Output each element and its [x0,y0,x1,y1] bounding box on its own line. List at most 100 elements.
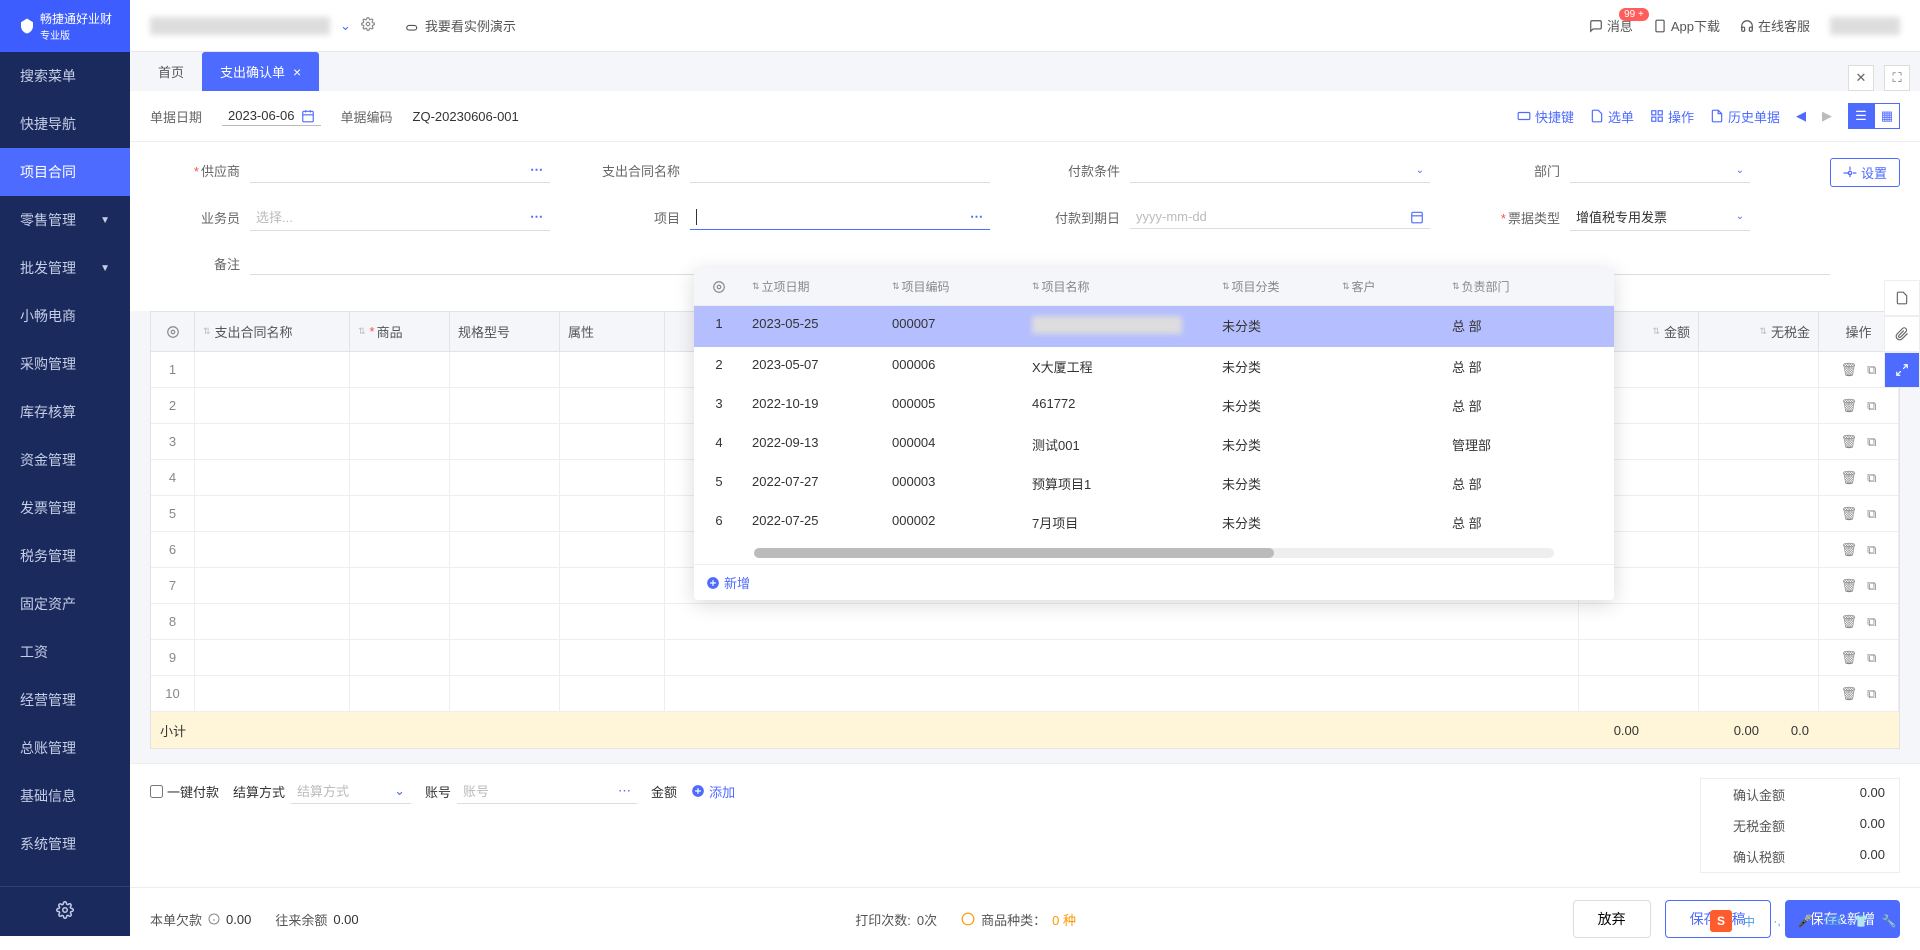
row-copy-icon[interactable]: ⧉ [1867,686,1876,702]
ime-keyboard-icon[interactable]: ⌨ [1822,910,1844,932]
grid-row[interactable]: 10🗑⧉ [151,676,1899,712]
col-contract[interactable]: ⇅支出合同名称 [195,312,350,351]
tab-expense-confirm[interactable]: 支出确认单 × [202,52,319,91]
row-delete-icon[interactable]: 🗑 [1841,434,1858,450]
tab-close-all-icon[interactable]: ✕ [1848,65,1874,91]
sidebar-item[interactable]: 工资 [0,628,130,676]
row-delete-icon[interactable]: 🗑 [1841,614,1858,630]
sidebar-settings-icon[interactable] [0,886,130,936]
ime-sogou-icon[interactable]: S [1710,910,1732,932]
abandon-button[interactable]: 放弃 [1573,900,1651,938]
row-copy-icon[interactable]: ⧉ [1867,398,1876,414]
grid-row[interactable]: 8🗑⧉ [151,604,1899,640]
sidebar-item[interactable]: 总账管理 [0,724,130,772]
settings-button[interactable]: 设置 [1830,158,1900,187]
dd-col-date[interactable]: ⇅立项日期 [744,268,884,305]
demo-link[interactable]: 我要看实例演示 [405,16,516,35]
history-button[interactable]: 历史单据 [1710,107,1780,126]
salesperson-input[interactable]: 选择...⋯ [250,203,550,231]
tab-expand-icon[interactable]: ⛶ [1884,65,1910,91]
view-card-icon[interactable]: ▦ [1874,103,1900,129]
sidebar-item[interactable]: 基础信息 [0,772,130,820]
row-delete-icon[interactable]: 🗑 [1841,362,1858,378]
row-copy-icon[interactable]: ⧉ [1867,362,1876,378]
sidebar-item[interactable]: 搜索菜单 [0,52,130,100]
tab-home[interactable]: 首页 [140,52,202,91]
ime-tool-icon[interactable]: 🔧 [1878,910,1900,932]
row-delete-icon[interactable]: 🗑 [1841,578,1858,594]
dropdown-gear-icon[interactable] [694,268,744,305]
row-copy-icon[interactable]: ⧉ [1867,506,1876,522]
float-expand-icon[interactable] [1884,352,1920,388]
dropdown-row[interactable]: 62022-07-250000027月项目未分类总 部 [694,503,1614,542]
dropdown-row[interactable]: 22023-05-07000006X大厦工程未分类总 部 [694,347,1614,386]
next-icon[interactable]: ▶ [1822,108,1832,124]
row-copy-icon[interactable]: ⧉ [1867,578,1876,594]
dd-col-category[interactable]: ⇅项目分类 [1214,268,1334,305]
row-copy-icon[interactable]: ⧉ [1867,650,1876,666]
ime-mic-icon[interactable]: 🎤 [1794,910,1816,932]
float-attach-icon[interactable] [1884,316,1920,352]
grid-row[interactable]: 9🗑⧉ [151,640,1899,676]
sidebar-item[interactable]: 零售管理▼ [0,196,130,244]
invoice-type-input[interactable]: 增值税专用发票⌄ [1570,203,1750,231]
dropdown-add-button[interactable]: 新增 [706,573,1602,592]
view-list-icon[interactable]: ☰ [1848,103,1874,129]
grid-gear-icon[interactable] [151,312,195,351]
sidebar-item[interactable]: 系统管理 [0,820,130,868]
sidebar-item[interactable]: 固定资产 [0,580,130,628]
ime-skin-icon[interactable]: 👕 [1850,910,1872,932]
row-delete-icon[interactable]: 🗑 [1841,470,1858,486]
supplier-input[interactable]: ⋯ [250,158,550,183]
dropdown-row[interactable]: 52022-07-27000003预算项目1未分类总 部 [694,464,1614,503]
due-date-input[interactable]: yyyy-mm-dd [1130,205,1430,229]
pay-terms-input[interactable]: ⌄ [1130,159,1430,183]
onekey-pay-checkbox[interactable]: 一键付款 [150,782,219,801]
doc-date-input[interactable]: 2023-06-06 [222,106,321,126]
settle-method-input[interactable]: 结算方式⌄ [291,778,411,804]
ime-zh-icon[interactable]: 中 [1738,910,1760,932]
sidebar-item[interactable]: 快捷导航 [0,100,130,148]
row-delete-icon[interactable]: 🗑 [1841,506,1858,522]
app-download-button[interactable]: App下载 [1653,16,1720,35]
dropdown-row[interactable]: 12023-05-25000007未分类总 部 [694,306,1614,347]
dd-col-dept[interactable]: ⇅负责部门 [1444,268,1554,305]
sidebar-item[interactable]: 经营管理 [0,676,130,724]
row-delete-icon[interactable]: 🗑 [1841,398,1858,414]
company-settings-icon[interactable] [361,17,375,34]
company-selector[interactable]: ⌄ [150,17,361,35]
dd-col-name[interactable]: ⇅项目名称 [1024,268,1214,305]
avatar[interactable] [1830,17,1900,35]
row-delete-icon[interactable]: 🗑 [1841,686,1858,702]
prev-icon[interactable]: ◀ [1796,108,1806,124]
dd-col-customer[interactable]: ⇅客户 [1334,268,1444,305]
row-delete-icon[interactable]: 🗑 [1841,650,1858,666]
customer-service-button[interactable]: 在线客服 [1740,16,1810,35]
project-input[interactable]: ⋯ [690,205,990,230]
contract-name-input[interactable] [690,159,990,183]
tab-close-icon[interactable]: × [293,64,301,80]
row-copy-icon[interactable]: ⧉ [1867,470,1876,486]
sidebar-item[interactable]: 小畅电商 [0,292,130,340]
col-notax[interactable]: ⇅无税金 [1699,312,1819,351]
add-payment-button[interactable]: 添加 [691,782,735,801]
sidebar-item[interactable]: 项目合同 [0,148,130,196]
row-copy-icon[interactable]: ⧉ [1867,434,1876,450]
sidebar-item[interactable]: 资金管理 [0,436,130,484]
ime-punct-icon[interactable]: ·, [1766,910,1788,932]
float-note-icon[interactable] [1884,280,1920,316]
messages-button[interactable]: 消息 99 + [1589,16,1633,35]
sidebar-item[interactable]: 税务管理 [0,532,130,580]
dropdown-row[interactable]: 42022-09-13000004测试001未分类管理部 [694,425,1614,464]
row-copy-icon[interactable]: ⧉ [1867,614,1876,630]
sidebar-item[interactable]: 发票管理 [0,484,130,532]
row-copy-icon[interactable]: ⧉ [1867,542,1876,558]
dept | -input[interactable]: ⌄ [1570,159,1750,183]
col-product[interactable]: ⇅*商品 [350,312,450,351]
shortcut-button[interactable]: 快捷键 [1517,107,1574,126]
select-doc-button[interactable]: 选单 [1590,107,1634,126]
dropdown-scrollbar[interactable] [754,548,1554,558]
sidebar-item[interactable]: 采购管理 [0,340,130,388]
dropdown-row[interactable]: 32022-10-19000005461772未分类总 部 [694,386,1614,425]
sidebar-item[interactable]: 库存核算 [0,388,130,436]
